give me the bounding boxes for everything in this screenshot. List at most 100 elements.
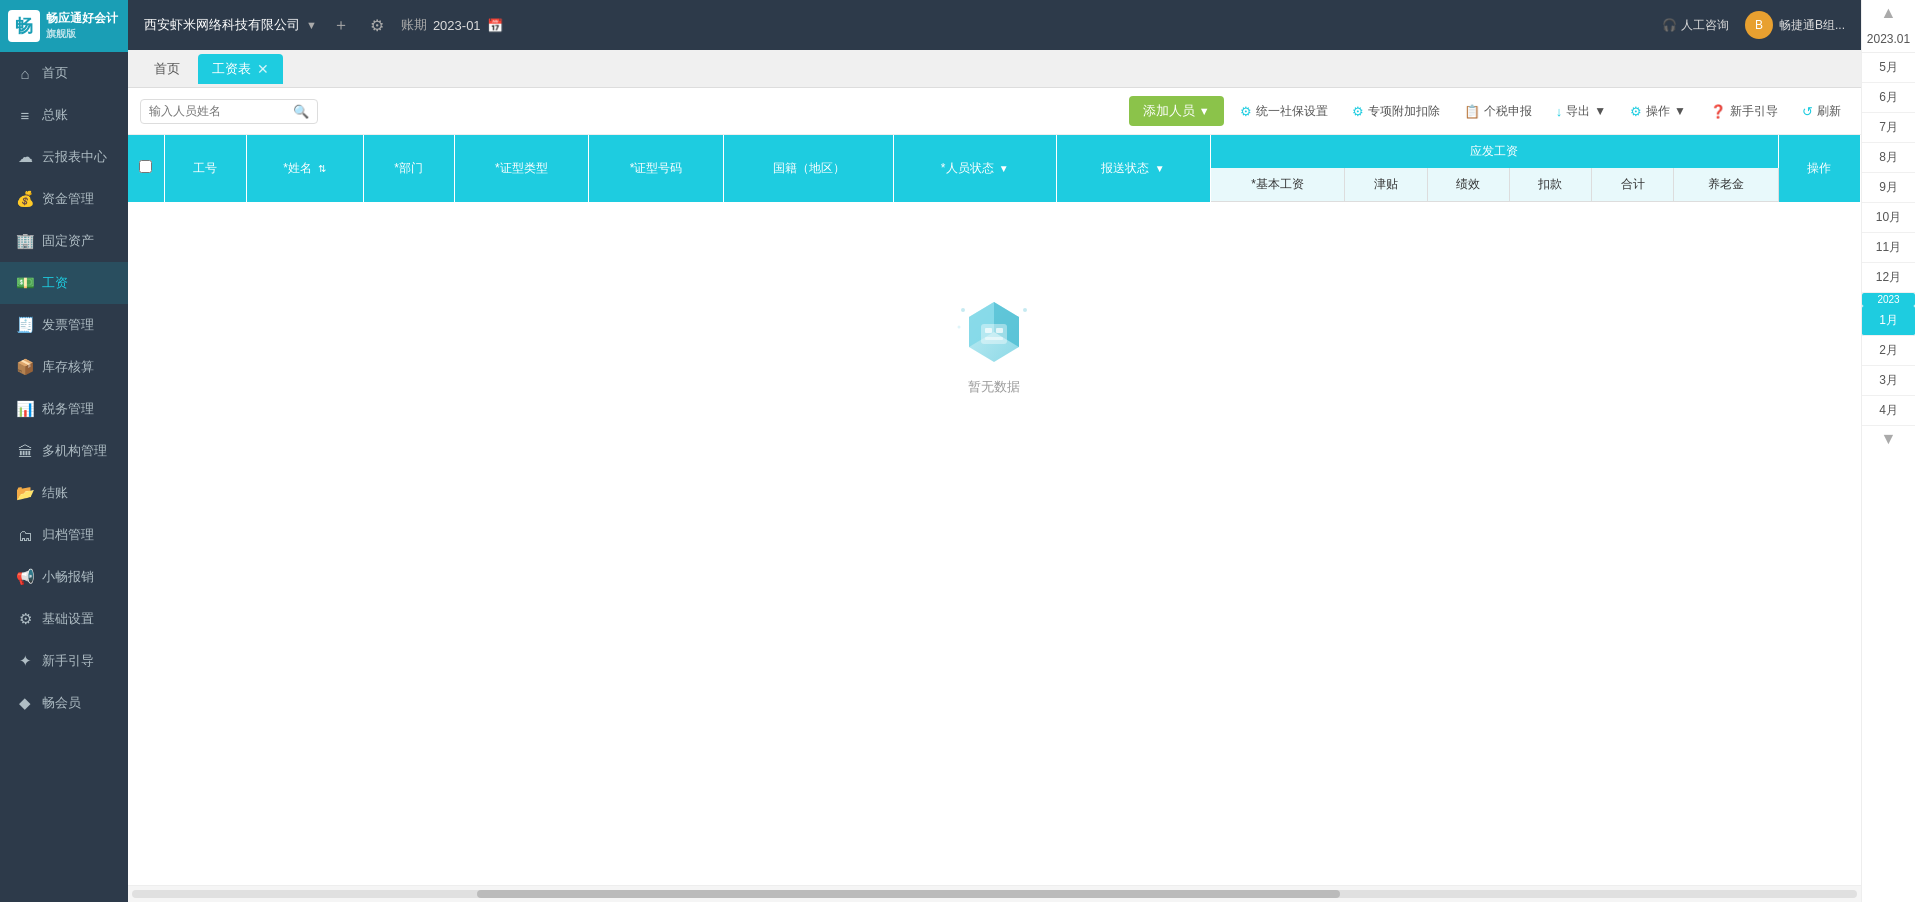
- topbar: 西安虾米网络科技有限公司 ▼ ＋ ⚙ 账期 2023-01 📅 🎧 人工咨询 B…: [128, 0, 1861, 50]
- month-11[interactable]: 11月: [1862, 233, 1915, 263]
- social-insurance-action[interactable]: ⚙ 统一社保设置: [1232, 99, 1336, 124]
- app-logo: 畅 畅应通好会计 旗舰版: [0, 0, 128, 52]
- year-badge: 2023: [1862, 293, 1915, 306]
- select-all-checkbox[interactable]: [139, 160, 152, 173]
- guide-label: 新手引导: [1730, 103, 1778, 120]
- main-content: 西安虾米网络科技有限公司 ▼ ＋ ⚙ 账期 2023-01 📅 🎧 人工咨询 B…: [128, 0, 1861, 902]
- sidebar-item-guide[interactable]: ✦ 新手引导: [0, 640, 128, 682]
- sidebar-item-fund[interactable]: 💰 资金管理: [0, 178, 128, 220]
- special-deduction-icon: ⚙: [1352, 104, 1364, 119]
- content-area: 首页 工资表 ✕ 🔍 添加人员 ▼ ⚙ 统一社保设置 ⚙: [128, 50, 1861, 902]
- month-8-label: 8月: [1879, 150, 1898, 164]
- ledger-icon: ≡: [16, 107, 34, 124]
- add-company-button[interactable]: ＋: [329, 13, 353, 37]
- tax-report-action[interactable]: 📋 个税申报: [1456, 99, 1540, 124]
- scroll-track[interactable]: [132, 890, 1857, 898]
- search-input[interactable]: [149, 104, 289, 118]
- sidebar-item-cloud-report[interactable]: ☁ 云报表中心: [0, 136, 128, 178]
- col-operations-label: 操作: [1807, 161, 1831, 175]
- company-selector[interactable]: 西安虾米网络科技有限公司 ▼: [144, 16, 317, 34]
- payroll-table: 工号 *姓名 ⇅ *部门 *证型类型 *证型号码 国籍（地区） *人员状态 ▼: [128, 135, 1861, 476]
- invoice-icon: 🧾: [16, 316, 34, 334]
- service-label: 人工咨询: [1681, 17, 1729, 34]
- col-report-status-label: 报送状态: [1101, 161, 1149, 175]
- sidebar-item-ledger[interactable]: ≡ 总账: [0, 94, 128, 136]
- month-10[interactable]: 10月: [1862, 203, 1915, 233]
- tab-close-icon[interactable]: ✕: [257, 62, 269, 76]
- month-2[interactable]: 2月: [1862, 336, 1915, 366]
- month-6[interactable]: 6月: [1862, 83, 1915, 113]
- calendar-icon[interactable]: 📅: [487, 18, 503, 33]
- month-8[interactable]: 8月: [1862, 143, 1915, 173]
- scroll-down-button[interactable]: ▼: [1862, 426, 1915, 452]
- settings-button[interactable]: ⚙: [365, 13, 389, 37]
- sidebar-item-close[interactable]: 📂 结账: [0, 472, 128, 514]
- month-3-label: 3月: [1879, 373, 1898, 387]
- expense-icon: 📢: [16, 568, 34, 586]
- sub-col-deduction-label: 扣款: [1538, 177, 1562, 191]
- social-insurance-label: 统一社保设置: [1256, 103, 1328, 120]
- operations-action[interactable]: ⚙ 操作 ▼: [1622, 99, 1694, 124]
- sidebar-item-expense[interactable]: 📢 小畅报销: [0, 556, 128, 598]
- tabs-bar: 首页 工资表 ✕: [128, 50, 1861, 88]
- tab-payroll[interactable]: 工资表 ✕: [198, 54, 283, 84]
- guide-action[interactable]: ❓ 新手引导: [1702, 99, 1786, 124]
- month-1-active[interactable]: 1月: [1862, 306, 1915, 336]
- chevron-down-icon: ▼: [306, 19, 317, 31]
- empty-state-row: 暂无数据: [128, 202, 1861, 477]
- sidebar-item-label: 资金管理: [42, 190, 94, 208]
- sidebar-item-label: 小畅报销: [42, 568, 94, 586]
- col-report-status[interactable]: 报送状态 ▼: [1056, 135, 1210, 202]
- month-9[interactable]: 9月: [1862, 173, 1915, 203]
- inventory-icon: 📦: [16, 358, 34, 376]
- operations-icon: ⚙: [1630, 104, 1642, 119]
- export-action[interactable]: ↓ 导出 ▼: [1548, 99, 1614, 124]
- svg-rect-5: [996, 328, 1003, 333]
- sidebar-item-member[interactable]: ◆ 畅会员: [0, 682, 128, 724]
- user-menu[interactable]: B 畅捷通B组...: [1745, 11, 1845, 39]
- refresh-action[interactable]: ↺ 刷新: [1794, 99, 1849, 124]
- month-9-label: 9月: [1879, 180, 1898, 194]
- sidebar-item-tax[interactable]: 📊 税务管理: [0, 388, 128, 430]
- month-4-label: 4月: [1879, 403, 1898, 417]
- col-name[interactable]: *姓名 ⇅: [246, 135, 363, 202]
- export-icon: ↓: [1556, 104, 1563, 119]
- customer-service[interactable]: 🎧 人工咨询: [1662, 17, 1729, 34]
- tab-home[interactable]: 首页: [140, 54, 194, 84]
- scroll-up-button[interactable]: ▲: [1862, 0, 1915, 26]
- month-7[interactable]: 7月: [1862, 113, 1915, 143]
- sidebar-item-label: 税务管理: [42, 400, 94, 418]
- sidebar-nav: ⌂ 首页 ≡ 总账 ☁ 云报表中心 💰 资金管理 🏢 固定资产 💵 工资 🧾 发…: [0, 52, 128, 902]
- sidebar-item-home[interactable]: ⌂ 首页: [0, 52, 128, 94]
- month-5[interactable]: 5月: [1862, 53, 1915, 83]
- year-panel: ▲ 2023.01 5月 6月 7月 8月 9月 10月 11月 12月 202…: [1861, 0, 1915, 902]
- month-10-label: 10月: [1876, 210, 1901, 224]
- username: 畅捷通B组...: [1779, 17, 1845, 34]
- logo-icon: 畅: [8, 10, 40, 42]
- sidebar-item-label: 结账: [42, 484, 68, 502]
- topbar-right: 🎧 人工咨询 B 畅捷通B组...: [1662, 11, 1845, 39]
- period-value: 2023-01: [433, 18, 481, 33]
- sidebar-item-archive[interactable]: 🗂 归档管理: [0, 514, 128, 556]
- sidebar-item-payroll[interactable]: 💵 工资: [0, 262, 128, 304]
- month-3[interactable]: 3月: [1862, 366, 1915, 396]
- month-12[interactable]: 12月: [1862, 263, 1915, 293]
- col-dept-label: *部门: [394, 161, 423, 175]
- sidebar-item-label: 基础设置: [42, 610, 94, 628]
- sidebar-item-inventory[interactable]: 📦 库存核算: [0, 346, 128, 388]
- month-4[interactable]: 4月: [1862, 396, 1915, 426]
- sidebar-item-settings[interactable]: ⚙ 基础设置: [0, 598, 128, 640]
- sidebar-item-invoice[interactable]: 🧾 发票管理: [0, 304, 128, 346]
- add-person-button[interactable]: 添加人员 ▼: [1129, 96, 1224, 126]
- col-operations: 操作: [1778, 135, 1860, 202]
- sub-col-allowance: 津贴: [1345, 168, 1427, 202]
- col-id-type: *证型类型: [454, 135, 589, 202]
- sidebar-item-fixed-assets[interactable]: 🏢 固定资产: [0, 220, 128, 262]
- col-status[interactable]: *人员状态 ▼: [894, 135, 1057, 202]
- col-id-number: *证型号码: [589, 135, 724, 202]
- social-insurance-icon: ⚙: [1240, 104, 1252, 119]
- special-deduction-action[interactable]: ⚙ 专项附加扣除: [1344, 99, 1448, 124]
- col-group-salary: 应发工资: [1210, 135, 1778, 168]
- fund-icon: 💰: [16, 190, 34, 208]
- sidebar-item-multi-org[interactable]: 🏛 多机构管理: [0, 430, 128, 472]
